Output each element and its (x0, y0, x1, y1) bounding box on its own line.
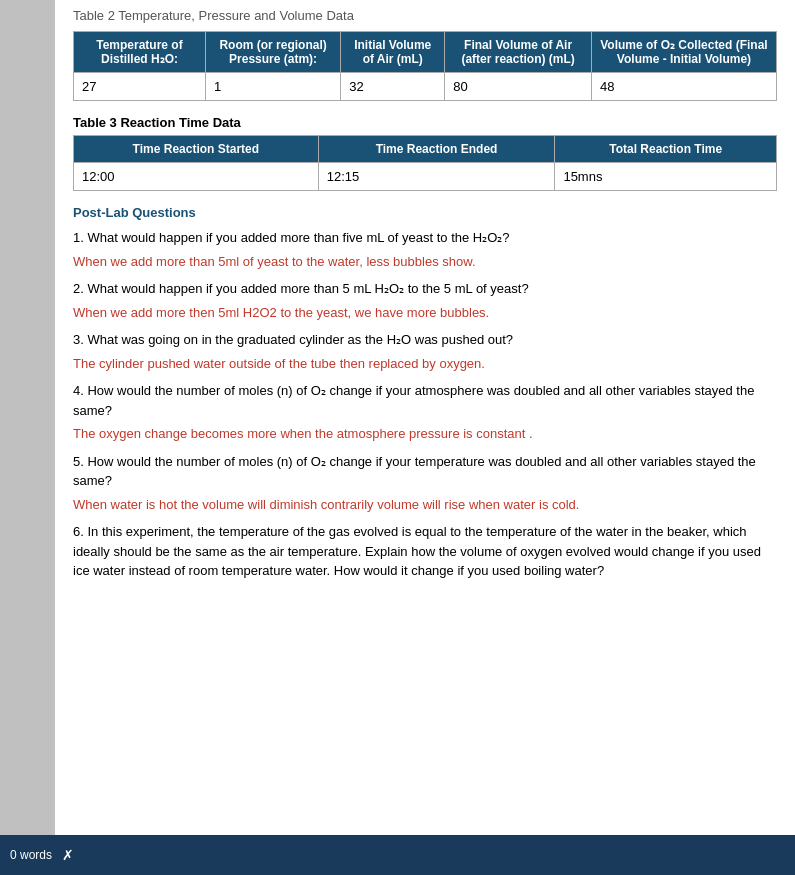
main-content: Table 2 Temperature, Pressure and Volume… (55, 0, 795, 875)
left-sidebar (0, 0, 55, 875)
answer-4: The oxygen change becomes more when the … (73, 424, 777, 444)
question-1: 1. What would happen if you added more t… (73, 228, 777, 248)
postlab-title: Post-Lab Questions (73, 205, 777, 220)
bottom-bar: 0 words ✗ (0, 835, 795, 875)
table3: Time Reaction Started Time Reaction Ende… (73, 135, 777, 191)
close-icon[interactable]: ✗ (62, 847, 74, 863)
postlab-q6: 6. In this experiment, the temperature o… (73, 522, 777, 581)
table3-header-3: Total Reaction Time (555, 136, 777, 163)
table3-cell-1: 12:00 (74, 163, 319, 191)
postlab-q5: 5. How would the number of moles (n) of … (73, 452, 777, 515)
table3-label: Table 3 Reaction Time Data (73, 115, 777, 130)
table2-cell-1: 27 (74, 73, 206, 101)
table2-header-4: Final Volume of Air (after reaction) (mL… (445, 32, 592, 73)
table2-header-1: Temperature of Distilled H₂O: (74, 32, 206, 73)
table3-cell-3: 15mns (555, 163, 777, 191)
answer-1: When we add more than 5ml of yeast to th… (73, 252, 777, 272)
page-wrapper: Table 2 Temperature, Pressure and Volume… (0, 0, 795, 875)
answer-2: When we add more then 5ml H2O2 to the ye… (73, 303, 777, 323)
table3-header-1: Time Reaction Started (74, 136, 319, 163)
table3-header-2: Time Reaction Ended (318, 136, 555, 163)
question-3: 3. What was going on in the graduated cy… (73, 330, 777, 350)
table2-cell-5: 48 (591, 73, 776, 101)
table2: Temperature of Distilled H₂O: Room (or r… (73, 31, 777, 101)
table2-cell-2: 1 (205, 73, 340, 101)
postlab-q4: 4. How would the number of moles (n) of … (73, 381, 777, 444)
question-5: 5. How would the number of moles (n) of … (73, 452, 777, 491)
answer-5: When water is hot the volume will dimini… (73, 495, 777, 515)
table2-header-2: Room (or regional) Pressure (atm): (205, 32, 340, 73)
postlab-q1: 1. What would happen if you added more t… (73, 228, 777, 271)
question-4: 4. How would the number of moles (n) of … (73, 381, 777, 420)
answer-3: The cylinder pushed water outside of the… (73, 354, 777, 374)
question-2: 2. What would happen if you added more t… (73, 279, 777, 299)
table2-header-3: Initial Volume of Air (mL) (341, 32, 445, 73)
question-6: 6. In this experiment, the temperature o… (73, 522, 777, 581)
table2-header-5: Volume of O₂ Collected (Final Volume - I… (591, 32, 776, 73)
table2-title: Table 2 Temperature, Pressure and Volume… (73, 8, 777, 23)
postlab-q2: 2. What would happen if you added more t… (73, 279, 777, 322)
table2-cell-3: 32 (341, 73, 445, 101)
table2-cell-4: 80 (445, 73, 592, 101)
table3-cell-2: 12:15 (318, 163, 555, 191)
postlab-q3: 3. What was going on in the graduated cy… (73, 330, 777, 373)
word-count: 0 words (10, 848, 52, 862)
